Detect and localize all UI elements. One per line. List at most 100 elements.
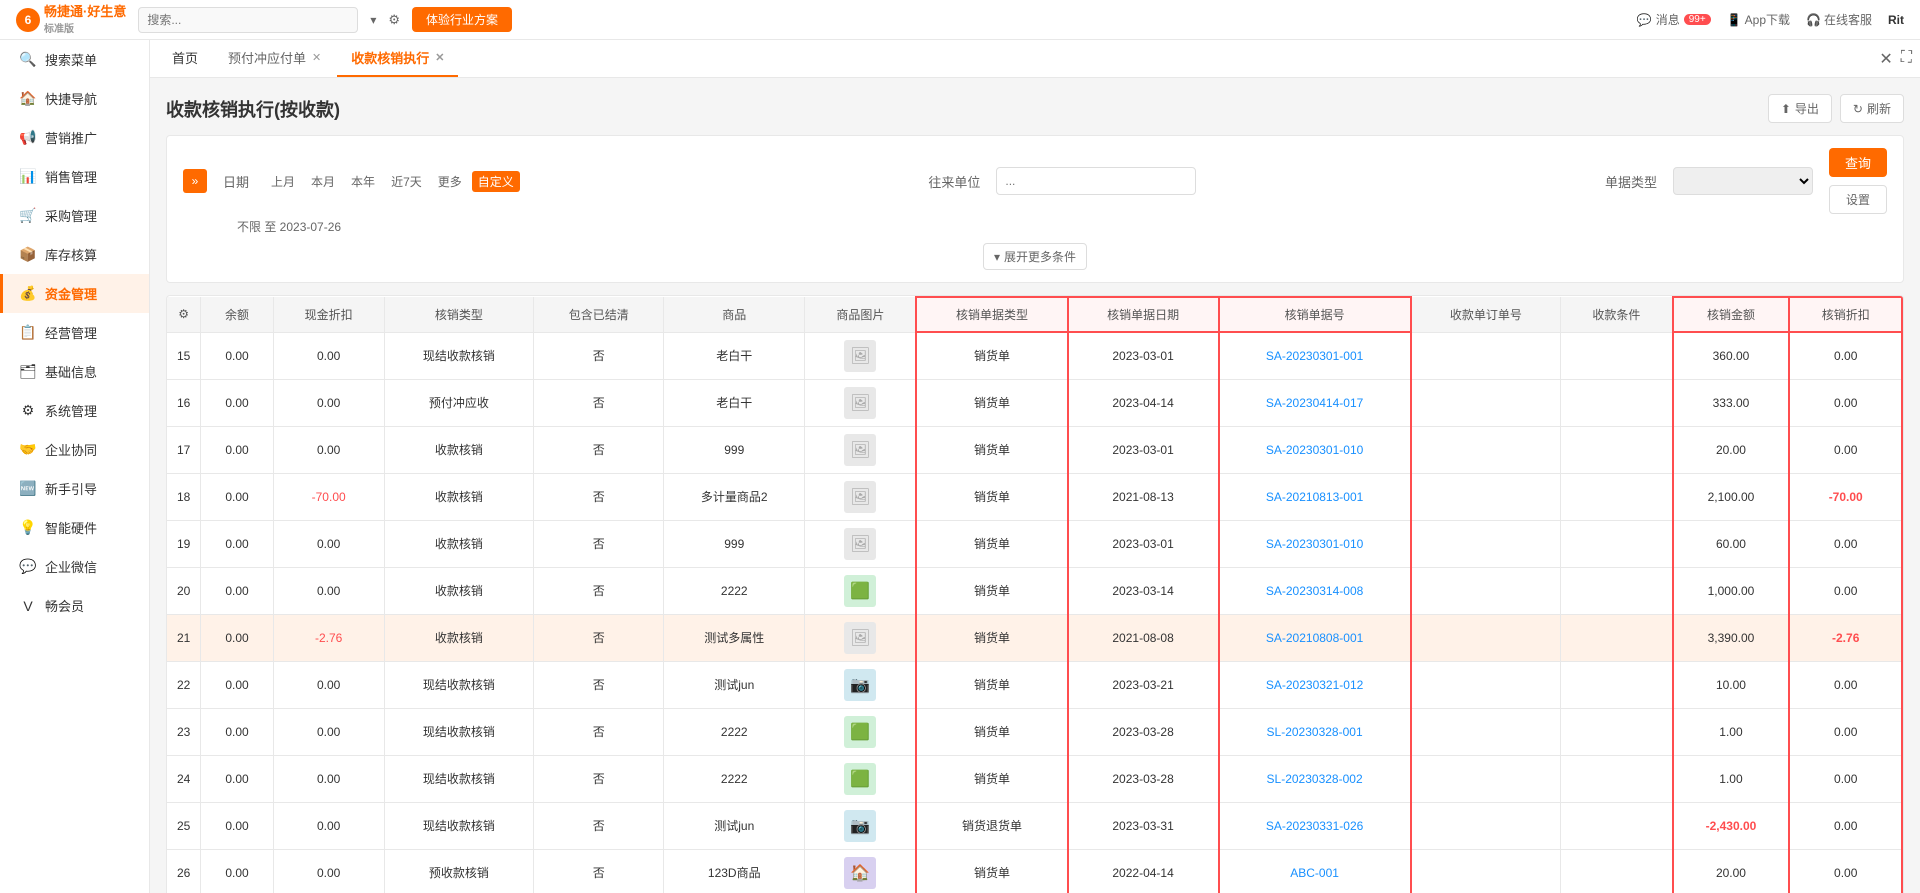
sidebar-item-inventory[interactable]: 📦 库存核算	[0, 235, 149, 274]
sidebar-item-nav[interactable]: 🏠 快捷导航	[0, 79, 149, 118]
sidebar-item-wechat[interactable]: 💬 企业微信	[0, 547, 149, 586]
cell-bill-no[interactable]: SA-20230314-008	[1219, 567, 1411, 614]
bill-type-select[interactable]	[1673, 167, 1813, 195]
date-filter-buttons: 上月 本月 本年 近7天 更多 自定义	[265, 171, 520, 192]
sidebar-item-hardware[interactable]: 💡 智能硬件	[0, 508, 149, 547]
date-btn-last-month[interactable]: 上月	[265, 171, 301, 192]
th-amount: 核销金额	[1673, 297, 1790, 332]
th-gear[interactable]: ⚙	[167, 297, 201, 332]
cell-idx: 23	[167, 708, 201, 755]
main-content: 首页 预付冲应付单 ✕ 收款核销执行 ✕ ✕ ⛶ 收款核销执行(按收款)	[150, 40, 1920, 893]
maximize-icon[interactable]: ⛶	[1901, 49, 1912, 69]
tab-collection-close[interactable]: ✕	[435, 51, 444, 64]
cell-bill-no[interactable]: ABC-001	[1219, 849, 1411, 893]
cell-cash-discount: -70.00	[273, 473, 384, 520]
cell-type: 预付冲应收	[384, 379, 533, 426]
headset-icon: 🎧	[1806, 13, 1821, 27]
cell-bill-date: 2023-03-31	[1068, 802, 1219, 849]
cell-order-no	[1411, 661, 1561, 708]
cell-type: 收款核销	[384, 473, 533, 520]
sidebar-item-operation[interactable]: 📋 经营管理	[0, 313, 149, 352]
cell-bill-no[interactable]: SL-20230328-001	[1219, 708, 1411, 755]
cell-bill-no[interactable]: SA-20230301-010	[1219, 520, 1411, 567]
date-btn-this-month[interactable]: 本月	[305, 171, 341, 192]
cell-amount: 2,100.00	[1673, 473, 1790, 520]
app-download[interactable]: 📱 App下载	[1727, 11, 1790, 28]
sidebar-icon-system: ⚙	[19, 402, 37, 419]
top-search-input[interactable]	[138, 7, 358, 33]
cell-included: 否	[534, 802, 664, 849]
cell-order-no	[1411, 426, 1561, 473]
chevron-down-icon: ▾	[994, 250, 1000, 264]
sidebar-item-basic[interactable]: 🗂 基础信息	[0, 352, 149, 391]
cell-bill-no[interactable]: SA-20230301-001	[1219, 332, 1411, 379]
sidebar-item-sales[interactable]: 📊 销售管理	[0, 157, 149, 196]
cell-bill-no[interactable]: SA-20230414-017	[1219, 379, 1411, 426]
sidebar-item-finance[interactable]: 💰 资金管理	[0, 274, 149, 313]
cell-bill-no[interactable]: SL-20230328-002	[1219, 755, 1411, 802]
tab-home[interactable]: 首页	[158, 40, 212, 77]
tab-collection[interactable]: 收款核销执行 ✕	[337, 40, 458, 77]
cell-included: 否	[534, 661, 664, 708]
sidebar-item-search[interactable]: 🔍 搜索菜单	[0, 40, 149, 79]
filter-arrow-btn[interactable]: »	[183, 169, 207, 193]
sidebar-item-system[interactable]: ⚙ 系统管理	[0, 391, 149, 430]
cell-product: 测试多属性	[664, 614, 805, 661]
partner-input[interactable]	[996, 167, 1196, 195]
sidebar-item-enterprise[interactable]: 🤝 企业协同	[0, 430, 149, 469]
cell-idx: 21	[167, 614, 201, 661]
date-btn-custom[interactable]: 自定义	[472, 171, 520, 192]
download-icon: 📱	[1727, 13, 1742, 27]
cell-payment-cond	[1561, 755, 1673, 802]
online-service[interactable]: 🎧 在线客服	[1806, 11, 1872, 28]
cell-payment-cond	[1561, 708, 1673, 755]
date-btn-this-year[interactable]: 本年	[345, 171, 381, 192]
sidebar-label-search: 搜索菜单	[45, 50, 97, 69]
sidebar-icon-inventory: 📦	[19, 246, 37, 263]
cell-bill-no[interactable]: SA-20210813-001	[1219, 473, 1411, 520]
user-name[interactable]: Rit	[1888, 13, 1904, 27]
bill-no-link: SA-20210813-001	[1266, 490, 1363, 504]
export-btn[interactable]: ⬆ 导出	[1768, 94, 1832, 123]
industry-btn[interactable]: 体验行业方案	[412, 7, 512, 32]
date-range-display: 不限 至 2023-07-26	[237, 218, 1887, 235]
gear-icon[interactable]: ⚙	[388, 12, 400, 28]
sidebar-item-member[interactable]: V 畅会员	[0, 586, 149, 625]
notification-badge: 99+	[1684, 14, 1711, 25]
bill-no-link: SL-20230328-001	[1267, 725, 1363, 739]
date-btn-more[interactable]: 更多	[432, 171, 468, 192]
sidebar-item-guide[interactable]: 🆕 新手引导	[0, 469, 149, 508]
cell-order-no	[1411, 849, 1561, 893]
cell-bill-no[interactable]: SA-20230321-012	[1219, 661, 1411, 708]
date-btn-7days[interactable]: 近7天	[385, 171, 428, 192]
setting-btn[interactable]: 设置	[1829, 185, 1887, 214]
expand-filter-btn[interactable]: ▾ 展开更多条件	[983, 243, 1087, 270]
cell-product-img: 📷	[805, 802, 917, 849]
sidebar-icon-operation: 📋	[19, 324, 37, 341]
notification-area[interactable]: 💬 消息 99+	[1637, 11, 1711, 28]
cell-included: 否	[534, 473, 664, 520]
sidebar-item-marketing[interactable]: 📢 营销推广	[0, 118, 149, 157]
cell-type: 现结收款核销	[384, 332, 533, 379]
cell-balance: 0.00	[201, 567, 273, 614]
th-included: 包含已结清	[534, 297, 664, 332]
close-window-icon[interactable]: ✕	[1879, 49, 1892, 69]
cell-bill-type: 销货单	[916, 708, 1067, 755]
refresh-btn[interactable]: ↻ 刷新	[1840, 94, 1904, 123]
sidebar-label-system: 系统管理	[45, 401, 97, 420]
data-table-wrapper: ⚙ 余额 现金折扣 核销类型 包含已结清 商品 商品图片 核销单据类型 核销单据…	[166, 295, 1904, 893]
cell-bill-date: 2023-03-01	[1068, 520, 1219, 567]
sidebar-label-inventory: 库存核算	[45, 245, 97, 264]
cell-bill-no[interactable]: SA-20230331-026	[1219, 802, 1411, 849]
tab-prepay-close[interactable]: ✕	[312, 51, 321, 64]
sidebar-item-purchase[interactable]: 🛒 采购管理	[0, 196, 149, 235]
dropdown-toggle[interactable]: ▾	[370, 13, 376, 27]
cell-bill-no[interactable]: SA-20230301-010	[1219, 426, 1411, 473]
query-btn[interactable]: 查询	[1829, 148, 1887, 177]
tab-prepay[interactable]: 预付冲应付单 ✕	[214, 40, 335, 77]
cell-bill-no[interactable]: SA-20210808-001	[1219, 614, 1411, 661]
th-balance: 余额	[201, 297, 273, 332]
sidebar-label-guide: 新手引导	[45, 479, 97, 498]
table-row: 22 0.00 0.00 现结收款核销 否 测试jun 📷 销货单 2023-0…	[167, 661, 1902, 708]
cell-product: 老白干	[664, 379, 805, 426]
